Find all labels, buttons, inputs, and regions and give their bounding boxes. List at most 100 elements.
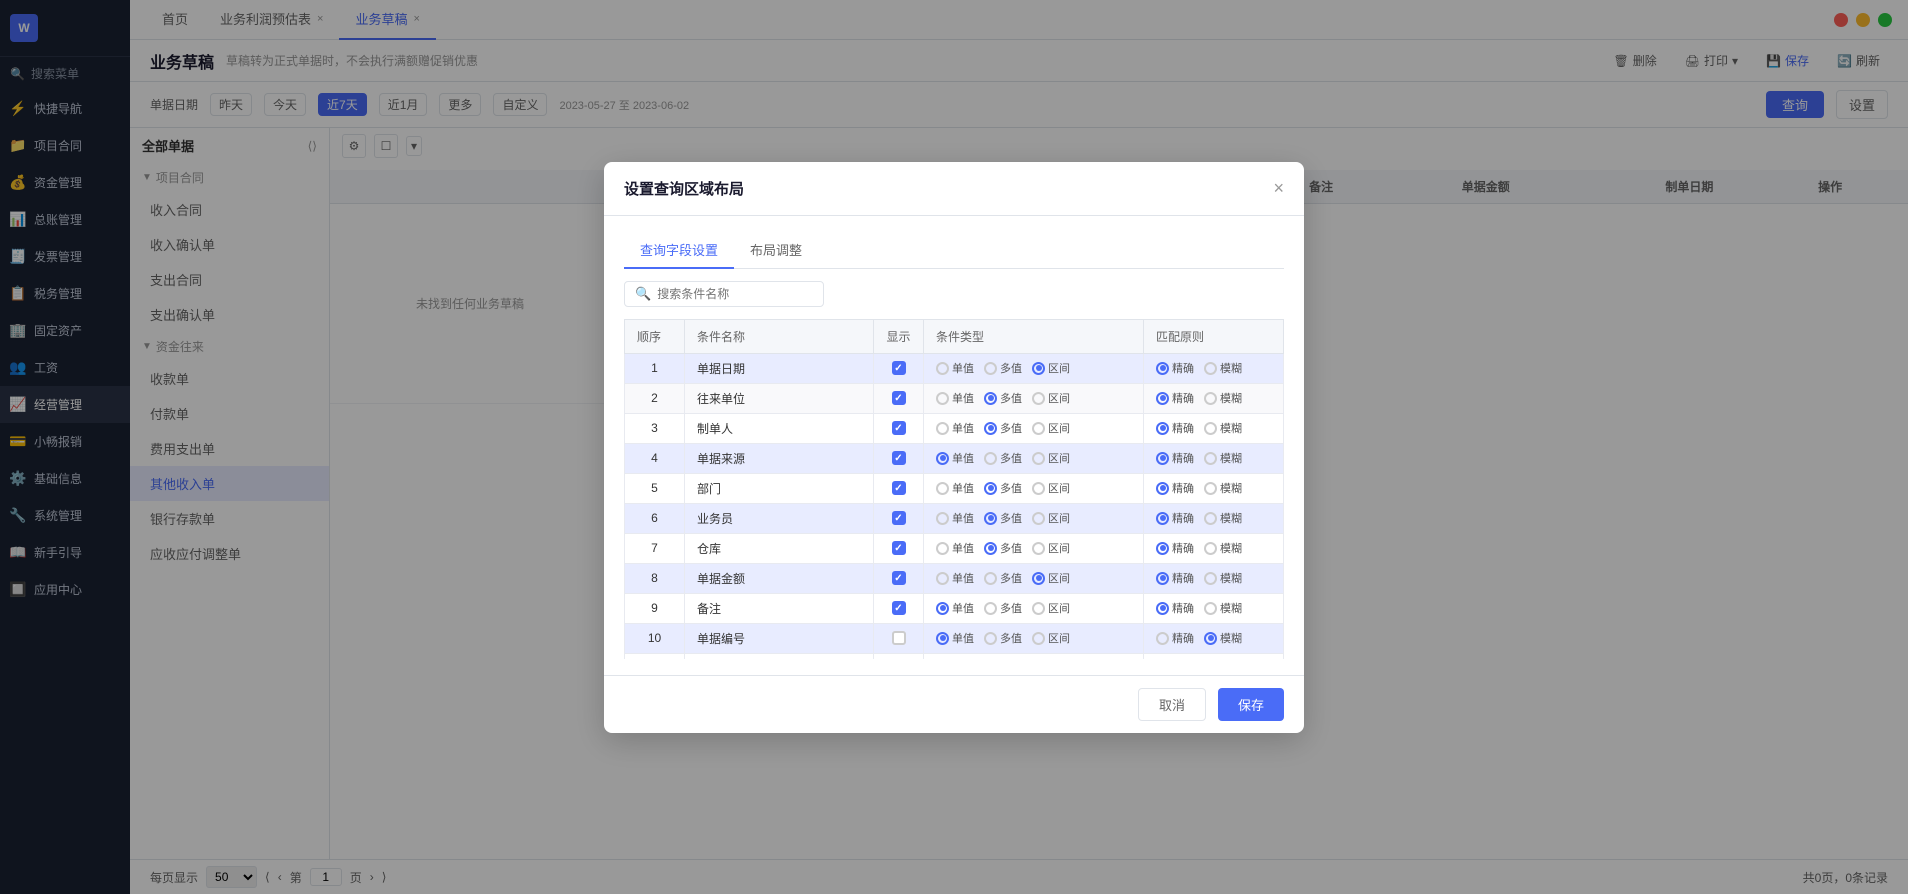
radio-match-circle-模糊-7[interactable] xyxy=(1204,572,1217,585)
radio-match-circle-精确-2[interactable] xyxy=(1156,422,1169,435)
radio-circle-区间-4[interactable] xyxy=(1032,482,1045,495)
radio-circle-单值-9[interactable] xyxy=(936,632,949,645)
radio-match-精确-5[interactable]: 精确 xyxy=(1156,510,1194,526)
radio-match-circle-精确-1[interactable] xyxy=(1156,392,1169,405)
modal-save-btn[interactable]: 保存 xyxy=(1218,688,1284,721)
cell-display-2[interactable]: ✓ xyxy=(874,413,924,443)
radio-match-精确-0[interactable]: 精确 xyxy=(1156,360,1194,376)
cell-display-9[interactable] xyxy=(874,623,924,653)
radio-type-单值-4[interactable]: 单值 xyxy=(936,480,974,496)
cell-display-1[interactable]: ✓ xyxy=(874,383,924,413)
radio-circle-区间-6[interactable] xyxy=(1032,542,1045,555)
radio-type-多值-5[interactable]: 多值 xyxy=(984,510,1022,526)
radio-circle-单值-0[interactable] xyxy=(936,362,949,375)
radio-match-circle-精确-9[interactable] xyxy=(1156,632,1169,645)
radio-match-circle-模糊-2[interactable] xyxy=(1204,422,1217,435)
radio-circle-单值-4[interactable] xyxy=(936,482,949,495)
tab-query-fields[interactable]: 查询字段设置 xyxy=(624,232,734,269)
checkbox-display-3[interactable]: ✓ xyxy=(886,451,911,465)
radio-type-区间-2[interactable]: 区间 xyxy=(1032,420,1070,436)
checkbox-display-2[interactable]: ✓ xyxy=(886,421,911,435)
radio-circle-多值-6[interactable] xyxy=(984,542,997,555)
radio-match-circle-精确-3[interactable] xyxy=(1156,452,1169,465)
radio-circle-单值-6[interactable] xyxy=(936,542,949,555)
radio-type-单值-3[interactable]: 单值 xyxy=(936,450,974,466)
radio-circle-多值-8[interactable] xyxy=(984,602,997,615)
radio-circle-区间-2[interactable] xyxy=(1032,422,1045,435)
radio-circle-单值-8[interactable] xyxy=(936,602,949,615)
checkbox-display-4[interactable]: ✓ xyxy=(886,481,911,495)
radio-circle-多值-4[interactable] xyxy=(984,482,997,495)
radio-circle-单值-3[interactable] xyxy=(936,452,949,465)
radio-match-精确-2[interactable]: 精确 xyxy=(1156,420,1194,436)
radio-circle-区间-9[interactable] xyxy=(1032,632,1045,645)
modal-search-input[interactable] xyxy=(657,287,813,301)
radio-circle-单值-1[interactable] xyxy=(936,392,949,405)
radio-match-模糊-4[interactable]: 模糊 xyxy=(1204,480,1242,496)
radio-circle-单值-5[interactable] xyxy=(936,512,949,525)
cell-display-5[interactable]: ✓ xyxy=(874,503,924,533)
cell-display-3[interactable]: ✓ xyxy=(874,443,924,473)
cell-display-8[interactable]: ✓ xyxy=(874,593,924,623)
radio-circle-多值-9[interactable] xyxy=(984,632,997,645)
radio-type-区间-0[interactable]: 区间 xyxy=(1032,360,1070,376)
radio-type-区间-7[interactable]: 区间 xyxy=(1032,570,1070,586)
radio-match-精确-9[interactable]: 精确 xyxy=(1156,630,1194,646)
radio-match-circle-精确-5[interactable] xyxy=(1156,512,1169,525)
radio-circle-多值-5[interactable] xyxy=(984,512,997,525)
checkbox-display-0[interactable]: ✓ xyxy=(886,361,911,375)
radio-match-circle-模糊-6[interactable] xyxy=(1204,542,1217,555)
radio-type-多值-9[interactable]: 多值 xyxy=(984,630,1022,646)
checkbox-display-8[interactable]: ✓ xyxy=(886,601,911,615)
radio-circle-单值-7[interactable] xyxy=(936,572,949,585)
radio-match-精确-7[interactable]: 精确 xyxy=(1156,570,1194,586)
radio-type-区间-8[interactable]: 区间 xyxy=(1032,600,1070,616)
radio-type-多值-0[interactable]: 多值 xyxy=(984,360,1022,376)
radio-circle-多值-2[interactable] xyxy=(984,422,997,435)
radio-type-多值-8[interactable]: 多值 xyxy=(984,600,1022,616)
checkbox-display-9[interactable] xyxy=(886,631,911,645)
radio-match-circle-精确-8[interactable] xyxy=(1156,602,1169,615)
radio-match-模糊-5[interactable]: 模糊 xyxy=(1204,510,1242,526)
radio-match-模糊-1[interactable]: 模糊 xyxy=(1204,390,1242,406)
radio-match-模糊-9[interactable]: 模糊 xyxy=(1204,630,1242,646)
radio-type-单值-2[interactable]: 单值 xyxy=(936,420,974,436)
radio-match-circle-精确-4[interactable] xyxy=(1156,482,1169,495)
radio-match-精确-4[interactable]: 精确 xyxy=(1156,480,1194,496)
radio-type-多值-6[interactable]: 多值 xyxy=(984,540,1022,556)
radio-circle-多值-1[interactable] xyxy=(984,392,997,405)
cell-display-10[interactable] xyxy=(874,653,924,659)
radio-match-模糊-2[interactable]: 模糊 xyxy=(1204,420,1242,436)
radio-match-circle-模糊-9[interactable] xyxy=(1204,632,1217,645)
radio-circle-区间-8[interactable] xyxy=(1032,602,1045,615)
radio-match-模糊-6[interactable]: 模糊 xyxy=(1204,540,1242,556)
radio-match-模糊-8[interactable]: 模糊 xyxy=(1204,600,1242,616)
cell-display-4[interactable]: ✓ xyxy=(874,473,924,503)
checkbox-display-7[interactable]: ✓ xyxy=(886,571,911,585)
radio-type-单值-5[interactable]: 单值 xyxy=(936,510,974,526)
modal-close-btn[interactable]: × xyxy=(1273,178,1284,199)
radio-match-circle-模糊-0[interactable] xyxy=(1204,362,1217,375)
radio-circle-多值-7[interactable] xyxy=(984,572,997,585)
radio-match-circle-模糊-1[interactable] xyxy=(1204,392,1217,405)
cancel-btn[interactable]: 取消 xyxy=(1138,688,1206,721)
cell-display-7[interactable]: ✓ xyxy=(874,563,924,593)
radio-match-模糊-0[interactable]: 模糊 xyxy=(1204,360,1242,376)
radio-match-精确-3[interactable]: 精确 xyxy=(1156,450,1194,466)
radio-circle-区间-7[interactable] xyxy=(1032,572,1045,585)
radio-match-circle-精确-7[interactable] xyxy=(1156,572,1169,585)
radio-match-circle-精确-6[interactable] xyxy=(1156,542,1169,555)
radio-type-单值-1[interactable]: 单值 xyxy=(936,390,974,406)
radio-circle-区间-3[interactable] xyxy=(1032,452,1045,465)
checkbox-display-6[interactable]: ✓ xyxy=(886,541,911,555)
radio-match-circle-模糊-3[interactable] xyxy=(1204,452,1217,465)
radio-circle-单值-2[interactable] xyxy=(936,422,949,435)
radio-match-精确-1[interactable]: 精确 xyxy=(1156,390,1194,406)
radio-match-模糊-3[interactable]: 模糊 xyxy=(1204,450,1242,466)
radio-type-多值-3[interactable]: 多值 xyxy=(984,450,1022,466)
checkbox-display-1[interactable]: ✓ xyxy=(886,391,911,405)
radio-match-circle-模糊-4[interactable] xyxy=(1204,482,1217,495)
cell-display-0[interactable]: ✓ xyxy=(874,353,924,383)
radio-type-区间-6[interactable]: 区间 xyxy=(1032,540,1070,556)
tab-layout[interactable]: 布局调整 xyxy=(734,232,818,269)
